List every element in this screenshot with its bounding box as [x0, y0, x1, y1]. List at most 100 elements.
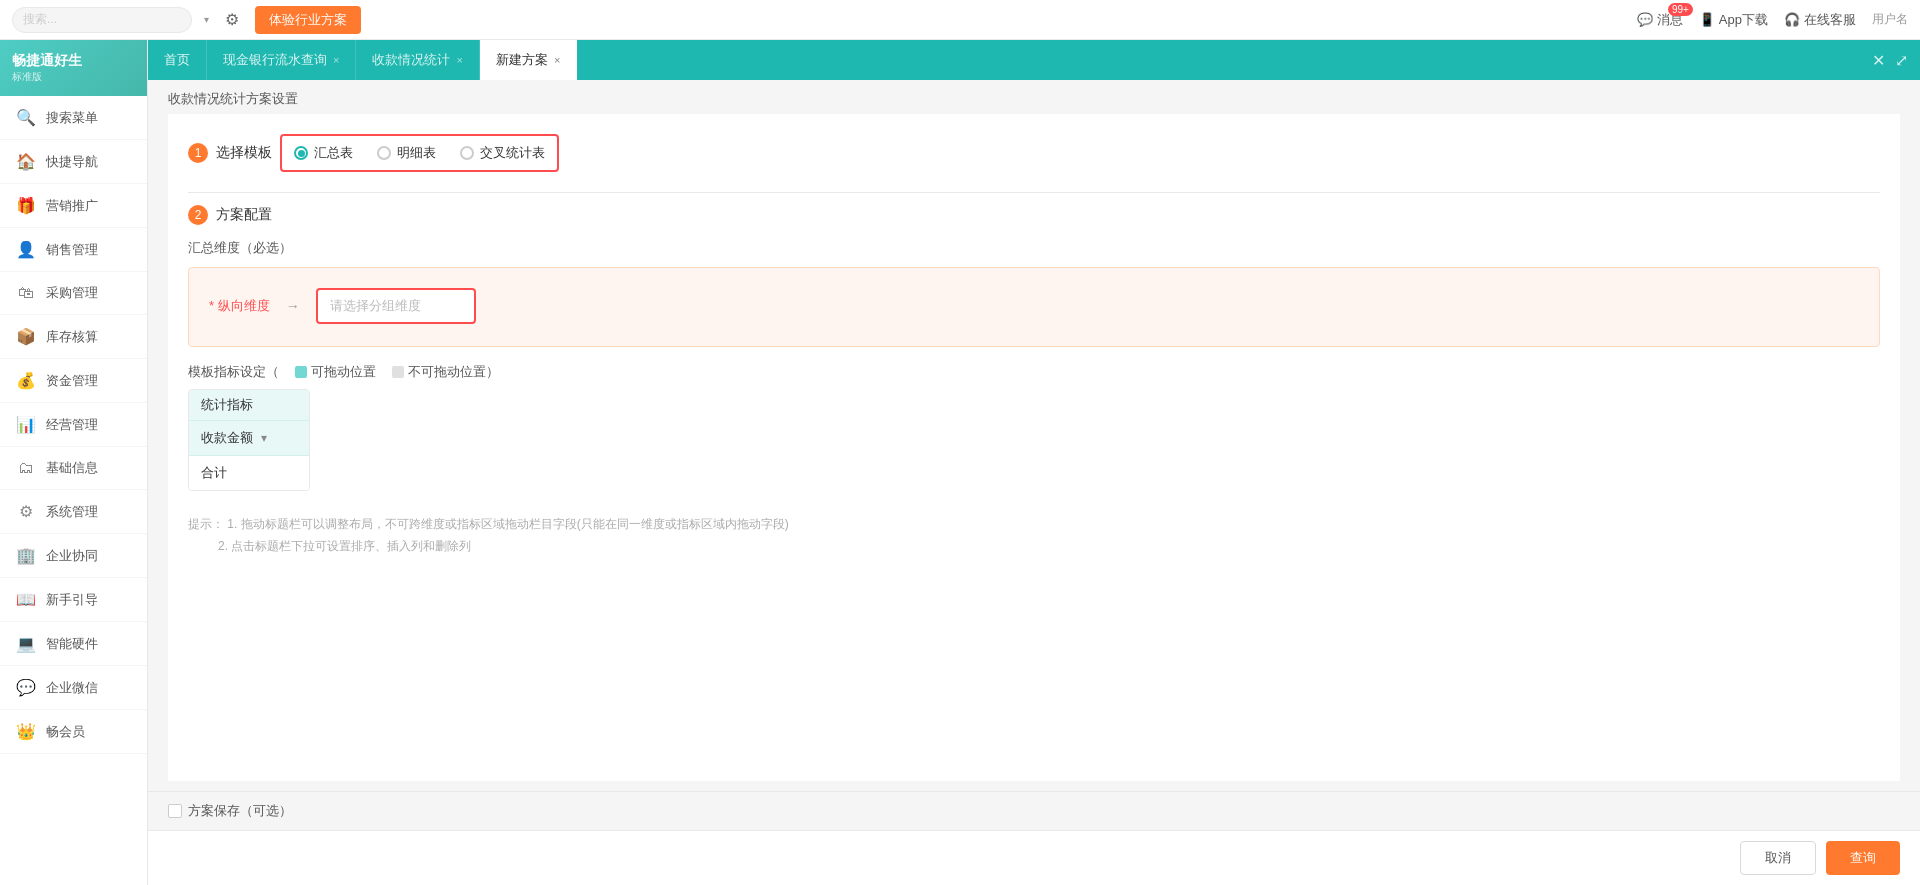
- sidebar-label-inventory: 库存核算: [46, 328, 98, 346]
- radio-summary-label: 汇总表: [314, 144, 353, 162]
- sidebar-item-inventory[interactable]: 📦 库存核算: [0, 315, 147, 359]
- metric-item-row[interactable]: 收款金额 ▾: [189, 421, 309, 456]
- sidebar-label-wechat: 企业微信: [46, 679, 98, 697]
- page-area: 收款情况统计方案设置 1 选择模板 汇总表: [148, 80, 1920, 830]
- close-window-icon[interactable]: ✕: [1872, 51, 1885, 70]
- stats-header: 统计指标: [189, 390, 309, 421]
- trial-button[interactable]: 体验行业方案: [255, 6, 361, 34]
- online-service-item[interactable]: 🎧 在线客服: [1784, 11, 1856, 29]
- drag-dot: [295, 366, 307, 378]
- sidebar-item-basic[interactable]: 🗂 基础信息: [0, 447, 147, 490]
- save-checkbox-box[interactable]: [168, 804, 182, 818]
- tip-section: 提示： 1. 拖动标题栏可以调整布局，不可跨维度或指标区域拖动栏目字段(只能在同…: [188, 514, 1880, 557]
- search-input[interactable]: 搜索...: [12, 7, 192, 33]
- step1-header: 1 选择模板 汇总表 明细表: [188, 134, 1880, 172]
- top-bar-left: 搜索... ▾ ⚙ 体验行业方案: [12, 6, 1637, 34]
- radio-cross-label: 交叉统计表: [480, 144, 545, 162]
- sidebar-label-finance: 资金管理: [46, 372, 98, 390]
- top-bar: 搜索... ▾ ⚙ 体验行业方案 💬 消息 99+ 📱 App下载 🎧 在线客服…: [0, 0, 1920, 40]
- management-icon: 📊: [16, 415, 36, 434]
- system-icon: ⚙: [16, 502, 36, 521]
- step2-title: 方案配置: [216, 206, 272, 224]
- service-label: 在线客服: [1804, 11, 1856, 29]
- tab-home[interactable]: 首页: [148, 40, 207, 80]
- collab-icon: 🏢: [16, 546, 36, 565]
- sidebar-label-member: 畅会员: [46, 723, 85, 741]
- cancel-button[interactable]: 取消: [1740, 841, 1816, 875]
- app-download-item[interactable]: 📱 App下载: [1699, 11, 1768, 29]
- tab-receipt[interactable]: 收款情况统计 ×: [356, 40, 479, 80]
- sidebar-item-hardware[interactable]: 💻 智能硬件: [0, 622, 147, 666]
- form-container: 1 选择模板 汇总表 明细表: [168, 114, 1900, 781]
- sidebar-item-guide[interactable]: 📖 新手引导: [0, 578, 147, 622]
- sidebar-item-search[interactable]: 🔍 搜索菜单: [0, 96, 147, 140]
- sidebar-item-marketing[interactable]: 🎁 营销推广: [0, 184, 147, 228]
- search-menu-icon: 🔍: [16, 108, 36, 127]
- tab-cashflow-label: 现金银行流水查询: [223, 51, 327, 69]
- top-bar-right: 💬 消息 99+ 📱 App下载 🎧 在线客服 用户名: [1637, 11, 1908, 29]
- radio-detail[interactable]: 明细表: [377, 144, 436, 162]
- finance-icon: 💰: [16, 371, 36, 390]
- sidebar-label-collab: 企业协同: [46, 547, 98, 565]
- query-button[interactable]: 查询: [1826, 841, 1900, 875]
- sidebar-item-member[interactable]: 👑 畅会员: [0, 710, 147, 754]
- tab-new-plan-label: 新建方案: [496, 51, 548, 69]
- sales-icon: 👤: [16, 240, 36, 259]
- action-bar: 取消 查询: [148, 830, 1920, 885]
- logo-sub: 标准版: [12, 70, 82, 84]
- sidebar-label-search: 搜索菜单: [46, 109, 98, 127]
- sidebar-label-purchase: 采购管理: [46, 284, 98, 302]
- metrics-table: 统计指标 收款金额 ▾ 合计: [188, 389, 310, 491]
- metric-dropdown-icon[interactable]: ▾: [261, 431, 267, 445]
- no-drag-hint: 不可拖动位置）: [392, 363, 499, 381]
- home-icon: 🏠: [16, 152, 36, 171]
- radio-detail-label: 明细表: [397, 144, 436, 162]
- user-info[interactable]: 用户名: [1872, 11, 1908, 28]
- sidebar-item-purchase[interactable]: 🛍 采购管理: [0, 272, 147, 315]
- tab-new-plan-close[interactable]: ×: [554, 54, 560, 66]
- dimension-row: * 纵向维度 → 请选择分组维度: [209, 288, 1859, 324]
- tip-prefix: 提示：: [188, 517, 224, 531]
- metrics-label: 模板指标设定（: [188, 363, 279, 381]
- step2-badge: 2: [188, 205, 208, 225]
- sidebar: 畅捷通好生 标准版 🔍 搜索菜单 🏠 快捷导航 🎁 营销推广 👤 销售管理 🛍 …: [0, 40, 148, 885]
- drag-hint: 可拖动位置: [295, 363, 376, 381]
- sidebar-item-sales[interactable]: 👤 销售管理: [0, 228, 147, 272]
- search-dropdown-icon[interactable]: ▾: [204, 14, 209, 25]
- sidebar-item-management[interactable]: 📊 经营管理: [0, 403, 147, 447]
- tab-bar: 首页 现金银行流水查询 × 收款情况统计 × 新建方案 × ✕ ⤢: [148, 40, 1920, 80]
- tab-receipt-close[interactable]: ×: [456, 54, 462, 66]
- tip1: 提示： 1. 拖动标题栏可以调整布局，不可跨维度或指标区域拖动栏目字段(只能在同…: [188, 514, 1880, 536]
- sidebar-item-nav[interactable]: 🏠 快捷导航: [0, 140, 147, 184]
- tab-cashflow-close[interactable]: ×: [333, 54, 339, 66]
- radio-cross[interactable]: 交叉统计表: [460, 144, 545, 162]
- page-breadcrumb: 收款情况统计方案设置: [148, 80, 1920, 114]
- sidebar-label-basic: 基础信息: [46, 459, 98, 477]
- sidebar-item-system[interactable]: ⚙ 系统管理: [0, 490, 147, 534]
- metric-total-row: 合计: [189, 456, 309, 490]
- notification-item[interactable]: 💬 消息 99+: [1637, 11, 1683, 29]
- dimension-select[interactable]: 请选择分组维度: [316, 288, 476, 324]
- service-icon: 🎧: [1784, 12, 1800, 27]
- sidebar-label-guide: 新手引导: [46, 591, 98, 609]
- divider1: [188, 192, 1880, 193]
- save-checkbox[interactable]: 方案保存（可选）: [168, 802, 292, 820]
- member-icon: 👑: [16, 722, 36, 741]
- metric-item-label: 收款金额: [201, 429, 253, 447]
- tab-new-plan[interactable]: 新建方案 ×: [480, 40, 577, 80]
- tab-bar-right: ✕ ⤢: [1860, 40, 1920, 80]
- sidebar-item-finance[interactable]: 💰 资金管理: [0, 359, 147, 403]
- tab-home-label: 首页: [164, 51, 190, 69]
- maximize-icon[interactable]: ⤢: [1895, 51, 1908, 70]
- logo-area: 畅捷通好生 标准版: [0, 40, 147, 96]
- sidebar-item-wechat[interactable]: 💬 企业微信: [0, 666, 147, 710]
- wechat-icon: 💬: [16, 678, 36, 697]
- sidebar-label-sales: 销售管理: [46, 241, 98, 259]
- sidebar-item-collab[interactable]: 🏢 企业协同: [0, 534, 147, 578]
- tab-cashflow[interactable]: 现金银行流水查询 ×: [207, 40, 356, 80]
- tip1-text: 1. 拖动标题栏可以调整布局，不可跨维度或指标区域拖动栏目字段(只能在同一维度或…: [227, 517, 788, 531]
- step1-title: 选择模板: [216, 144, 272, 162]
- radio-summary[interactable]: 汇总表: [294, 144, 353, 162]
- gear-icon[interactable]: ⚙: [225, 10, 239, 29]
- summary-dim-section: 汇总维度（必选） * 纵向维度 → 请选择分组维度: [188, 239, 1880, 347]
